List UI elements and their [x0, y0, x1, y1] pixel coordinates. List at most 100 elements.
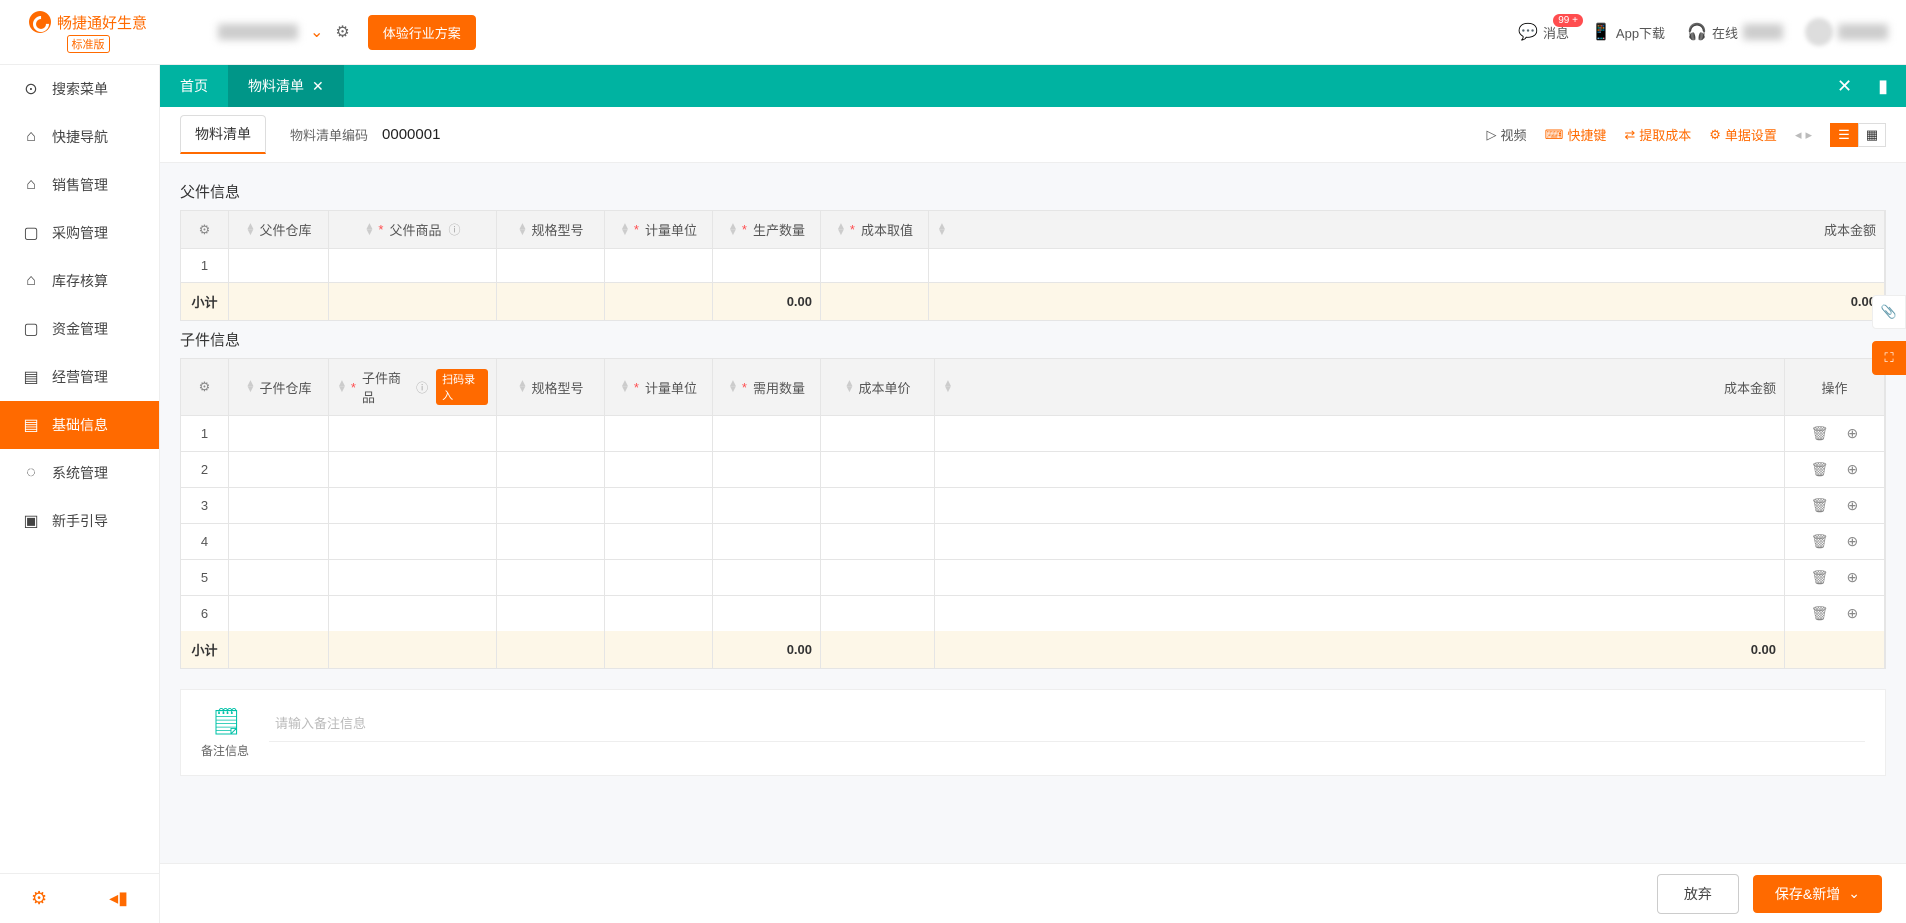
- col-settings[interactable]: ⚙: [181, 359, 229, 415]
- tab-home[interactable]: 首页: [160, 65, 228, 107]
- cell-req-qty[interactable]: [713, 596, 821, 631]
- cell-cost-amt[interactable]: [935, 524, 1785, 559]
- cell-warehouse[interactable]: [229, 249, 329, 282]
- col-child-spec[interactable]: ▲▼规格型号: [497, 359, 605, 415]
- col-child-warehouse[interactable]: ▲▼子件仓库: [229, 359, 329, 415]
- cell-product[interactable]: [329, 249, 497, 282]
- table-row[interactable]: 1🗑⊕: [181, 416, 1885, 452]
- cell-cost-amt[interactable]: [935, 488, 1785, 523]
- cell-warehouse[interactable]: [229, 488, 329, 523]
- cell-req-qty[interactable]: [713, 416, 821, 451]
- next-icon[interactable]: ▸: [1805, 127, 1812, 143]
- sidebar-item-guide[interactable]: ▣新手引导: [0, 497, 159, 545]
- cell-cost-amt[interactable]: [935, 416, 1785, 451]
- extract-cost-link[interactable]: ⇄提取成本: [1624, 125, 1691, 144]
- col-parent-spec[interactable]: ▲▼规格型号: [497, 211, 605, 248]
- table-row[interactable]: 6🗑⊕: [181, 596, 1885, 631]
- cell-spec[interactable]: [497, 416, 605, 451]
- col-parent-cost-amt[interactable]: ▲▼成本金额: [929, 211, 1885, 248]
- table-row[interactable]: 2🗑⊕: [181, 452, 1885, 488]
- delete-icon[interactable]: 🗑: [1811, 605, 1829, 622]
- close-all-icon[interactable]: ✕: [1829, 76, 1860, 97]
- sidebar-item-inventory[interactable]: ⌂库存核算: [0, 257, 159, 305]
- online-support-button[interactable]: 🎧 在线: [1687, 22, 1783, 42]
- cell-req-qty[interactable]: [713, 524, 821, 559]
- cell-spec[interactable]: [497, 488, 605, 523]
- col-child-cost-amt[interactable]: ▲▼成本金额: [935, 359, 1785, 415]
- remarks-input[interactable]: [269, 706, 1865, 742]
- cell-product[interactable]: [329, 524, 497, 559]
- cell-product[interactable]: [329, 560, 497, 595]
- add-icon[interactable]: ⊕: [1847, 425, 1859, 442]
- scan-badge[interactable]: 扫码录入: [436, 369, 488, 405]
- cell-unit[interactable]: [605, 596, 713, 631]
- cell-unit[interactable]: [605, 560, 713, 595]
- cell-spec[interactable]: [497, 452, 605, 487]
- shortcut-link[interactable]: ⌨快捷键: [1545, 125, 1607, 144]
- cell-spec[interactable]: [497, 524, 605, 559]
- cell-req-qty[interactable]: [713, 452, 821, 487]
- col-child-req-qty[interactable]: ▲▼*需用数量: [713, 359, 821, 415]
- col-settings[interactable]: ⚙: [181, 211, 229, 248]
- add-icon[interactable]: ⊕: [1847, 533, 1859, 550]
- discard-button[interactable]: 放弃: [1657, 874, 1739, 914]
- table-row[interactable]: 5🗑⊕: [181, 560, 1885, 596]
- cell-unit[interactable]: [605, 488, 713, 523]
- cell-product[interactable]: [329, 596, 497, 631]
- cell-warehouse[interactable]: [229, 524, 329, 559]
- delete-icon[interactable]: 🗑: [1811, 497, 1829, 514]
- table-row[interactable]: 3🗑⊕: [181, 488, 1885, 524]
- tab-bom[interactable]: 物料清单 ✕: [228, 65, 344, 107]
- sidebar-item-search[interactable]: ⊙搜索菜单: [0, 65, 159, 113]
- expand-button[interactable]: ⛶: [1872, 341, 1906, 375]
- sidebar-item-finance[interactable]: ▢资金管理: [0, 305, 159, 353]
- cell-cost-amt[interactable]: [929, 249, 1885, 282]
- org-selector[interactable]: ⌄ ⚙: [218, 22, 350, 42]
- sidebar-item-sales[interactable]: ⌂销售管理: [0, 161, 159, 209]
- table-row[interactable]: 1: [181, 249, 1885, 283]
- save-and-new-button[interactable]: 保存&新增 ⌄: [1753, 875, 1882, 913]
- view-grid-button[interactable]: ▦: [1858, 123, 1886, 147]
- app-download-button[interactable]: 📱 App下载: [1591, 22, 1665, 42]
- cell-qty[interactable]: [713, 249, 821, 282]
- sidebar-item-operations[interactable]: ▤经营管理: [0, 353, 159, 401]
- cell-warehouse[interactable]: [229, 416, 329, 451]
- info-icon[interactable]: ⓘ: [416, 379, 428, 396]
- cell-cost-source[interactable]: [821, 249, 929, 282]
- delete-icon[interactable]: 🗑: [1811, 425, 1829, 442]
- col-parent-cost-source[interactable]: ▲▼*成本取值: [821, 211, 929, 248]
- cell-warehouse[interactable]: [229, 596, 329, 631]
- cell-spec[interactable]: [497, 249, 605, 282]
- messages-button[interactable]: 💬 消息 99 +: [1518, 22, 1569, 42]
- cell-cost-amt[interactable]: [935, 560, 1785, 595]
- sidebar-item-quicknav[interactable]: ⌂快捷导航: [0, 113, 159, 161]
- col-parent-product[interactable]: ▲▼*父件商品ⓘ: [329, 211, 497, 248]
- cell-warehouse[interactable]: [229, 560, 329, 595]
- sidebar-item-basicinfo[interactable]: ▤基础信息: [0, 401, 159, 449]
- try-industry-button[interactable]: 体验行业方案: [368, 15, 476, 50]
- user-menu[interactable]: [1805, 18, 1888, 46]
- add-icon[interactable]: ⊕: [1847, 605, 1859, 622]
- col-parent-unit[interactable]: ▲▼*计量单位: [605, 211, 713, 248]
- cell-spec[interactable]: [497, 560, 605, 595]
- collapse-icon[interactable]: ◂▮: [109, 888, 128, 909]
- settings-icon[interactable]: ⚙: [31, 888, 47, 909]
- close-icon[interactable]: ✕: [312, 78, 324, 95]
- delete-icon[interactable]: 🗑: [1811, 461, 1829, 478]
- cell-req-qty[interactable]: [713, 488, 821, 523]
- cell-warehouse[interactable]: [229, 452, 329, 487]
- cell-product[interactable]: [329, 416, 497, 451]
- add-icon[interactable]: ⊕: [1847, 461, 1859, 478]
- cell-product[interactable]: [329, 488, 497, 523]
- cell-unit-cost[interactable]: [821, 524, 935, 559]
- table-row[interactable]: 4🗑⊕: [181, 524, 1885, 560]
- col-child-product[interactable]: ▲▼*子件商品ⓘ扫码录入: [329, 359, 497, 415]
- cell-req-qty[interactable]: [713, 560, 821, 595]
- cell-spec[interactable]: [497, 596, 605, 631]
- doc-settings-link[interactable]: ⚙单据设置: [1709, 125, 1777, 144]
- sidebar-item-purchase[interactable]: ▢采购管理: [0, 209, 159, 257]
- col-child-unit-cost[interactable]: ▲▼成本单价: [821, 359, 935, 415]
- cell-unit[interactable]: [605, 452, 713, 487]
- video-link[interactable]: ▷视频: [1487, 125, 1527, 144]
- cell-unit-cost[interactable]: [821, 488, 935, 523]
